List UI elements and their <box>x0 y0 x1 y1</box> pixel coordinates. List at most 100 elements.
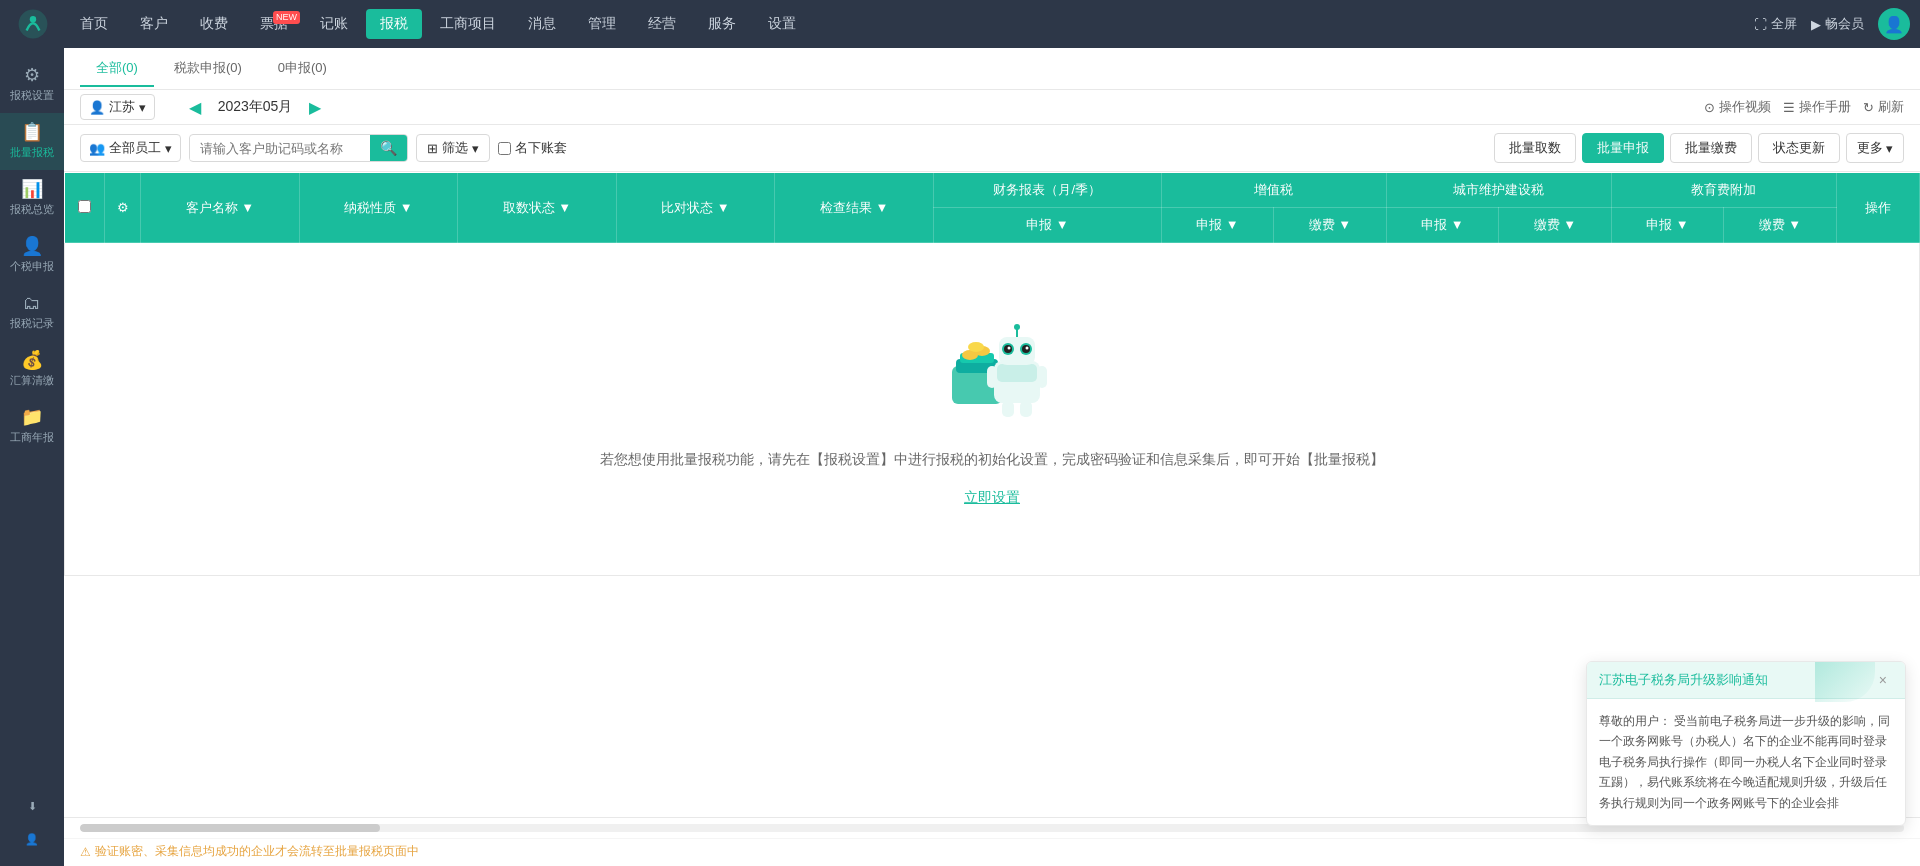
th-vat: 增值税 <box>1161 173 1386 208</box>
batch-fetch-button[interactable]: 批量取数 <box>1494 133 1576 163</box>
filter-button[interactable]: ⊞ 筛选 ▾ <box>416 134 490 162</box>
sidebar-item-tax-settings[interactable]: ⚙ 报税设置 <box>0 56 64 113</box>
svg-rect-21 <box>1002 401 1014 417</box>
province-label: 江苏 <box>109 98 135 116</box>
svg-rect-19 <box>987 366 997 388</box>
settlement-icon: 💰 <box>21 351 43 369</box>
refresh-icon: ↻ <box>1863 100 1874 115</box>
video-action[interactable]: ⊙ 操作视频 <box>1704 98 1771 116</box>
th-edu-pay: 缴费 ▼ <box>1724 208 1836 243</box>
svg-point-18 <box>1014 324 1020 330</box>
svg-point-1 <box>30 16 36 22</box>
employee-select[interactable]: 👥 全部员工 ▾ <box>80 134 181 162</box>
table-body: 若您想使用批量报税功能，请先在【报税设置】中进行报税的初始化设置，完成密码验证和… <box>65 243 1920 576</box>
filter-icon: ⊞ <box>427 141 438 156</box>
current-date: 2023年05月 <box>215 98 295 116</box>
checkbox-wrap: 名下账套 <box>498 139 567 157</box>
tab-all[interactable]: 全部(0) <box>80 51 154 87</box>
province-select[interactable]: 👤 江苏 ▾ <box>80 94 155 120</box>
nav-item-bookkeeping[interactable]: 记账 <box>306 9 362 39</box>
more-button[interactable]: 更多 ▾ <box>1846 133 1904 163</box>
more-chevron-icon: ▾ <box>1886 141 1893 156</box>
robot-illustration <box>932 311 1052 431</box>
sidebar-item-batch-tax[interactable]: 📋 批量报税 <box>0 113 64 170</box>
sidebar: ⚙ 报税设置 📋 批量报税 📊 报税总览 👤 个税申报 🗂 报税记录 💰 汇算清… <box>0 48 64 866</box>
notification-title: 江苏电子税务局升级影响通知 <box>1599 671 1768 689</box>
nav-item-business[interactable]: 工商项目 <box>426 9 510 39</box>
data-table: ⚙ 客户名称 ▼ 纳税性质 ▼ 取数状态 ▼ 比对状态 ▼ 检查结果 ▼ <box>64 172 1920 576</box>
th-vat-declare: 申报 ▼ <box>1161 208 1273 243</box>
sidebar-item-tax-records[interactable]: 🗂 报税记录 <box>0 284 64 341</box>
nav-item-message[interactable]: 消息 <box>514 9 570 39</box>
empty-cell: 若您想使用批量报税功能，请先在【报税设置】中进行报税的初始化设置，完成密码验证和… <box>65 243 1920 576</box>
app-logo[interactable] <box>10 1 56 47</box>
nav-items: 首页客户收费票据NEW记账报税工商项目消息管理经营服务设置 <box>66 9 1754 39</box>
svg-rect-22 <box>1020 401 1032 417</box>
nav-item-home[interactable]: 首页 <box>66 9 122 39</box>
th-financial: 财务报表（月/季） <box>933 173 1161 208</box>
warning-icon: ⚠ <box>80 845 91 859</box>
status-update-button[interactable]: 状态更新 <box>1758 133 1840 163</box>
manual-action[interactable]: ☰ 操作手册 <box>1783 98 1851 116</box>
notification-panel: 江苏电子税务局升级影响通知 × 尊敬的用户： 受当前电子税务局进一步升级的影响，… <box>1586 661 1906 826</box>
nav-item-service[interactable]: 服务 <box>694 9 750 39</box>
notification-close-button[interactable]: × <box>1873 670 1893 690</box>
fullscreen-button[interactable]: ⛶ 全屏 <box>1754 15 1797 33</box>
setup-link[interactable]: 立即设置 <box>964 489 1020 507</box>
manual-icon: ☰ <box>1783 100 1795 115</box>
empty-message: 若您想使用批量报税功能，请先在【报税设置】中进行报税的初始化设置，完成密码验证和… <box>600 451 1384 469</box>
chevron-down-icon: ▾ <box>165 141 172 156</box>
svg-point-7 <box>968 342 984 352</box>
annual-report-label: 工商年报 <box>10 430 54 445</box>
toolbar-left: 👥 全部员工 ▾ 🔍 ⊞ 筛选 ▾ 名下账套 <box>80 134 1486 162</box>
user-avatar[interactable]: 👤 <box>1878 8 1910 40</box>
notice-bar: ⚠ 验证账密、采集信息均成功的企业才会流转至批量报税页面中 <box>64 838 1920 866</box>
tab-declare[interactable]: 税款申报(0) <box>158 51 258 87</box>
th-checkbox <box>65 173 105 243</box>
th-settings: ⚙ <box>105 173 141 243</box>
chevron-down-icon: ▾ <box>139 100 146 115</box>
select-all-checkbox[interactable] <box>78 200 91 213</box>
batch-pay-button[interactable]: 批量缴费 <box>1670 133 1752 163</box>
th-financial-declare: 申报 ▼ <box>933 208 1161 243</box>
search-input[interactable] <box>190 137 370 160</box>
personal-tax-icon: 👤 <box>21 237 43 255</box>
th-city-tax: 城市维护建设税 <box>1386 173 1611 208</box>
prev-date-button[interactable]: ◀ <box>183 96 207 119</box>
sidebar-item-annual-report[interactable]: 📁 工商年报 <box>0 398 64 455</box>
nav-item-settings[interactable]: 设置 <box>754 9 810 39</box>
search-button[interactable]: 🔍 <box>370 135 407 161</box>
batch-declare-button[interactable]: 批量申报 <box>1582 133 1664 163</box>
sidebar-item-settlement[interactable]: 💰 汇算清缴 <box>0 341 64 398</box>
th-city-declare: 申报 ▼ <box>1386 208 1498 243</box>
sidebar-item-tax-summary[interactable]: 📊 报税总览 <box>0 170 64 227</box>
suites-checkbox[interactable] <box>498 142 511 155</box>
sidebar-bottom-user[interactable]: 👤 <box>0 823 64 856</box>
more-label: 更多 <box>1857 139 1883 157</box>
employee-icon: 👥 <box>89 141 105 156</box>
nav-item-collection[interactable]: 收费 <box>186 9 242 39</box>
filter-chevron-icon: ▾ <box>472 141 479 156</box>
refresh-action[interactable]: ↻ 刷新 <box>1863 98 1904 116</box>
sidebar-bottom-download[interactable]: ⬇ <box>0 790 64 823</box>
notification-header: 江苏电子税务局升级影响通知 × <box>1587 662 1905 699</box>
nav-item-operation[interactable]: 经营 <box>634 9 690 39</box>
person-icon: 👤 <box>89 100 105 115</box>
th-fetch-status: 取数状态 ▼ <box>458 173 617 243</box>
employee-label: 全部员工 <box>109 139 161 157</box>
th-city-pay: 缴费 ▼ <box>1499 208 1611 243</box>
nav-item-customer[interactable]: 客户 <box>126 9 182 39</box>
member-label: 畅会员 <box>1825 15 1864 33</box>
tab-zero[interactable]: 0申报(0) <box>262 51 343 87</box>
nav-item-tax[interactable]: 报税 <box>366 9 422 39</box>
empty-state: 若您想使用批量报税功能，请先在【报税设置】中进行报税的初始化设置，完成密码验证和… <box>75 251 1909 567</box>
th-actions: 操作 <box>1836 173 1919 243</box>
member-button[interactable]: ▶ 畅会员 <box>1811 15 1864 33</box>
settlement-label: 汇算清缴 <box>10 373 54 388</box>
sidebar-item-personal-tax[interactable]: 👤 个税申报 <box>0 227 64 284</box>
next-date-button[interactable]: ▶ <box>303 96 327 119</box>
th-edu: 教育费附加 <box>1611 173 1836 208</box>
nav-item-manage[interactable]: 管理 <box>574 9 630 39</box>
tax-records-icon: 🗂 <box>23 294 41 312</box>
nav-item-invoice[interactable]: 票据NEW <box>246 9 302 39</box>
